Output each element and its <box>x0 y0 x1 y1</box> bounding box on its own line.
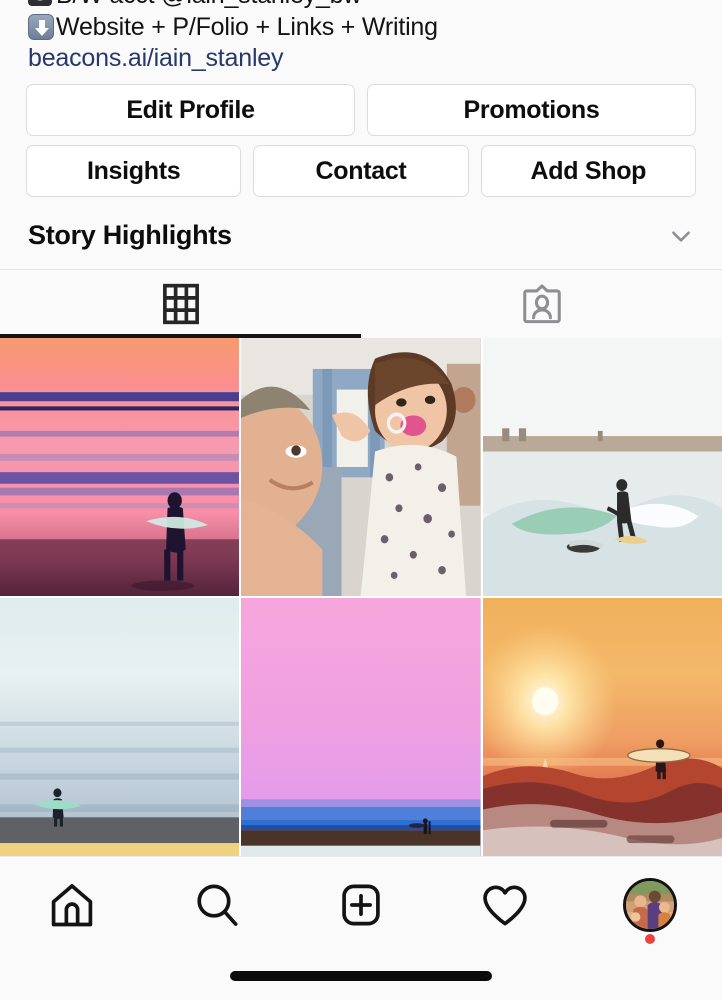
profile-action-buttons: Edit Profile Promotions Insights Contact… <box>0 74 722 206</box>
post-image-4 <box>0 598 240 856</box>
bottom-navigation-bar <box>0 856 722 952</box>
contact-button[interactable]: Contact <box>253 145 469 197</box>
action-row-primary: Edit Profile Promotions <box>26 84 696 136</box>
post-thumbnail[interactable] <box>482 598 722 856</box>
profile-bio: B/W acct @iain_stanley_bw Website + P/Fo… <box>0 0 722 74</box>
grid-icon <box>162 283 199 325</box>
edit-profile-button[interactable]: Edit Profile <box>26 84 355 136</box>
post-thumbnail[interactable] <box>0 598 240 856</box>
avatar-image <box>625 880 674 929</box>
post-image-6 <box>482 598 722 856</box>
bio-line-main: Website + P/Folio + Links + Writing <box>28 12 694 42</box>
tab-grid[interactable] <box>0 270 361 338</box>
post-image-3 <box>482 338 722 596</box>
heart-icon <box>483 885 528 925</box>
post-image-1 <box>0 338 240 596</box>
nav-search[interactable] <box>144 879 288 931</box>
story-highlights-section[interactable]: Story Highlights <box>0 206 722 270</box>
avatar <box>622 877 677 932</box>
posts-grid <box>0 338 722 856</box>
add-shop-button[interactable]: Add Shop <box>480 145 696 197</box>
bio-main-text: Website + P/Folio + Links + Writing <box>56 13 438 41</box>
insights-button[interactable]: Insights <box>26 145 242 197</box>
chevron-down-icon[interactable] <box>668 223 694 249</box>
bio-external-link[interactable]: beacons.ai/iain_stanley <box>28 42 694 74</box>
nav-activity[interactable] <box>433 879 577 931</box>
instagram-profile-screen: B/W acct @iain_stanley_bw Website + P/Fo… <box>0 0 722 1000</box>
tagged-person-card-icon <box>522 284 561 324</box>
home-icon <box>51 883 93 926</box>
tab-tagged[interactable] <box>361 270 722 338</box>
post-thumbnail[interactable] <box>241 338 481 596</box>
post-thumbnail[interactable] <box>482 338 722 596</box>
nav-create[interactable] <box>289 879 433 931</box>
post-image-2 <box>241 338 481 596</box>
nav-profile[interactable] <box>578 877 722 944</box>
home-indicator-area <box>0 952 722 1000</box>
bio-secondary-text: B/W acct @iain_stanley_bw <box>56 0 361 8</box>
down-arrow-icon <box>28 14 54 40</box>
search-icon <box>197 884 238 926</box>
camera-icon <box>28 0 52 6</box>
plus-square-icon <box>342 884 380 925</box>
profile-tabs <box>0 270 722 338</box>
story-highlights-title: Story Highlights <box>28 220 232 250</box>
promotions-button[interactable]: Promotions <box>367 84 696 136</box>
nav-home[interactable] <box>0 879 144 931</box>
home-indicator[interactable] <box>230 971 492 981</box>
bio-line-secondary-account: B/W acct @iain_stanley_bw <box>28 0 694 8</box>
post-image-5 <box>241 598 481 856</box>
avatar-wrapper[interactable] <box>622 877 677 944</box>
post-thumbnail[interactable] <box>0 338 240 596</box>
notification-badge <box>644 933 655 944</box>
action-row-secondary: Insights Contact Add Shop <box>26 145 696 197</box>
post-thumbnail[interactable] <box>241 598 481 856</box>
